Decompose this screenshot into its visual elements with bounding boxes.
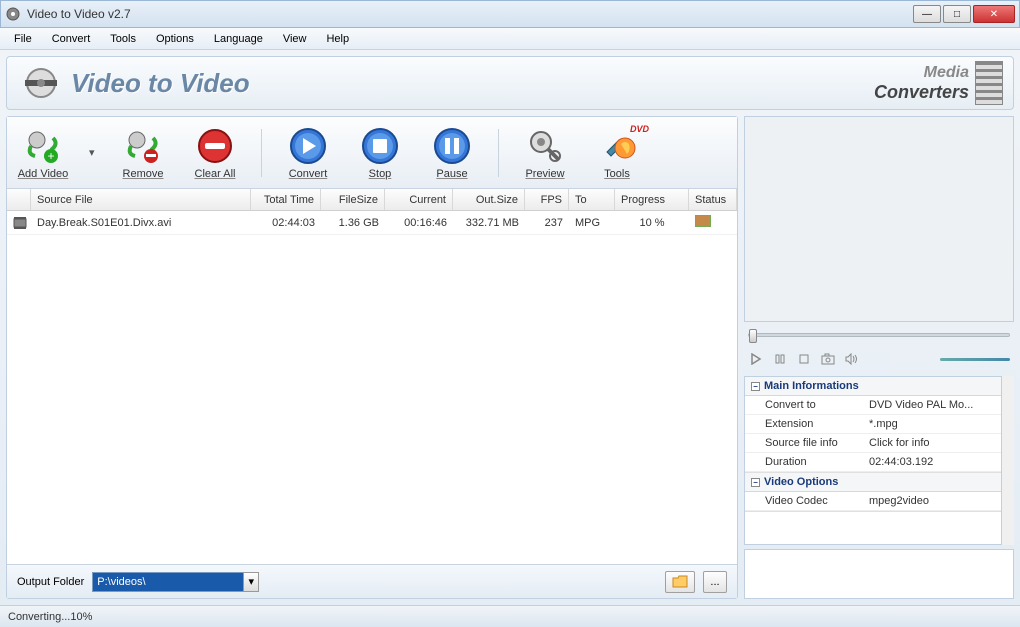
preview-area — [744, 116, 1014, 322]
menu-convert[interactable]: Convert — [44, 31, 99, 47]
info-row[interactable]: Video Codecmpeg2video — [745, 492, 1001, 511]
clear-all-button[interactable]: Clear All — [189, 126, 241, 180]
stop-button[interactable]: Stop — [354, 126, 406, 180]
col-current[interactable]: Current — [385, 189, 453, 210]
menu-tools[interactable]: Tools — [102, 31, 144, 47]
col-status[interactable]: Status — [689, 189, 737, 210]
menu-view[interactable]: View — [275, 31, 315, 47]
info-scrollbar[interactable] — [1002, 376, 1014, 545]
section-video-options[interactable]: −Video Options — [745, 473, 1001, 492]
info-row[interactable]: Extension*.mpg — [745, 415, 1001, 434]
add-video-icon: + — [23, 126, 63, 166]
maximize-button[interactable]: □ — [943, 5, 971, 23]
banner-title: Video to Video — [71, 68, 250, 99]
banner-brand: Media Converters — [874, 61, 1003, 105]
player-pause-icon[interactable] — [772, 351, 788, 367]
clear-all-icon — [195, 126, 235, 166]
output-folder-dropdown[interactable]: ▾ — [243, 572, 259, 592]
add-video-button[interactable]: + Add Video — [17, 126, 69, 180]
volume-icon[interactable] — [844, 351, 860, 367]
info-footer-box — [744, 549, 1014, 599]
window-title: Video to Video v2.7 — [27, 7, 913, 21]
status-text: Converting...10% — [8, 611, 92, 623]
title-bar: Video to Video v2.7 — □ ✕ — [0, 0, 1020, 28]
remove-button[interactable]: Remove — [117, 126, 169, 180]
convert-button[interactable]: Convert — [282, 126, 334, 180]
filmstrip-icon — [975, 61, 1003, 105]
col-total-time[interactable]: Total Time — [251, 189, 321, 210]
output-folder-input[interactable] — [92, 572, 244, 592]
grid-body[interactable]: Day.Break.S01E01.Divx.avi 02:44:03 1.36 … — [7, 211, 737, 564]
play-icon[interactable] — [748, 351, 764, 367]
table-row[interactable]: Day.Break.S01E01.Divx.avi 02:44:03 1.36 … — [7, 211, 737, 235]
col-progress[interactable]: Progress — [615, 189, 689, 210]
snapshot-icon[interactable] — [820, 351, 836, 367]
volume-slider[interactable] — [940, 358, 1010, 361]
close-button[interactable]: ✕ — [973, 5, 1015, 23]
section-main-info[interactable]: −Main Informations — [745, 377, 1001, 396]
grid-header: Source File Total Time FileSize Current … — [7, 189, 737, 211]
col-outsize[interactable]: Out.Size — [453, 189, 525, 210]
menu-language[interactable]: Language — [206, 31, 271, 47]
menu-bar: File Convert Tools Options Language View… — [0, 28, 1020, 50]
toolbar: + Add Video ▾ Remove Clear All Convert — [7, 117, 737, 189]
remove-icon — [123, 126, 163, 166]
status-bar: Converting...10% — [0, 605, 1020, 627]
banner-logo-icon — [21, 63, 61, 103]
right-panel: −Main Informations Convert toDVD Video P… — [744, 116, 1014, 599]
preview-button[interactable]: Preview — [519, 126, 571, 180]
minimize-button[interactable]: — — [913, 5, 941, 23]
tools-button[interactable]: DVD Tools — [591, 126, 643, 180]
info-row[interactable]: Duration02:44:03.192 — [745, 453, 1001, 472]
output-folder-label: Output Folder — [17, 576, 84, 588]
info-row[interactable]: Convert toDVD Video PAL Mo... — [745, 396, 1001, 415]
col-fps[interactable]: FPS — [525, 189, 569, 210]
convert-icon — [288, 126, 328, 166]
menu-file[interactable]: File — [6, 31, 40, 47]
menu-help[interactable]: Help — [318, 31, 357, 47]
player-controls — [744, 348, 1014, 370]
app-icon — [5, 6, 21, 22]
stop-icon — [360, 126, 400, 166]
row-type-icon — [7, 216, 31, 230]
left-panel: + Add Video ▾ Remove Clear All Convert — [6, 116, 738, 599]
info-row[interactable]: Source file infoClick for info — [745, 434, 1001, 453]
output-bar: Output Folder ▾ ... — [7, 564, 737, 598]
seek-slider[interactable] — [744, 326, 1014, 344]
more-button[interactable]: ... — [703, 571, 727, 593]
row-status-icon — [689, 215, 737, 230]
menu-options[interactable]: Options — [148, 31, 202, 47]
col-to[interactable]: To — [569, 189, 615, 210]
preview-icon — [525, 126, 565, 166]
col-filesize[interactable]: FileSize — [321, 189, 385, 210]
banner: Video to Video Media Converters — [6, 56, 1014, 110]
svg-text:+: + — [47, 149, 54, 163]
pause-icon — [432, 126, 472, 166]
player-stop-icon[interactable] — [796, 351, 812, 367]
add-video-dropdown[interactable]: ▾ — [89, 146, 97, 159]
col-source-file[interactable]: Source File — [31, 189, 251, 210]
info-panel: −Main Informations Convert toDVD Video P… — [744, 376, 1002, 545]
pause-button[interactable]: Pause — [426, 126, 478, 180]
browse-button[interactable] — [665, 571, 695, 593]
